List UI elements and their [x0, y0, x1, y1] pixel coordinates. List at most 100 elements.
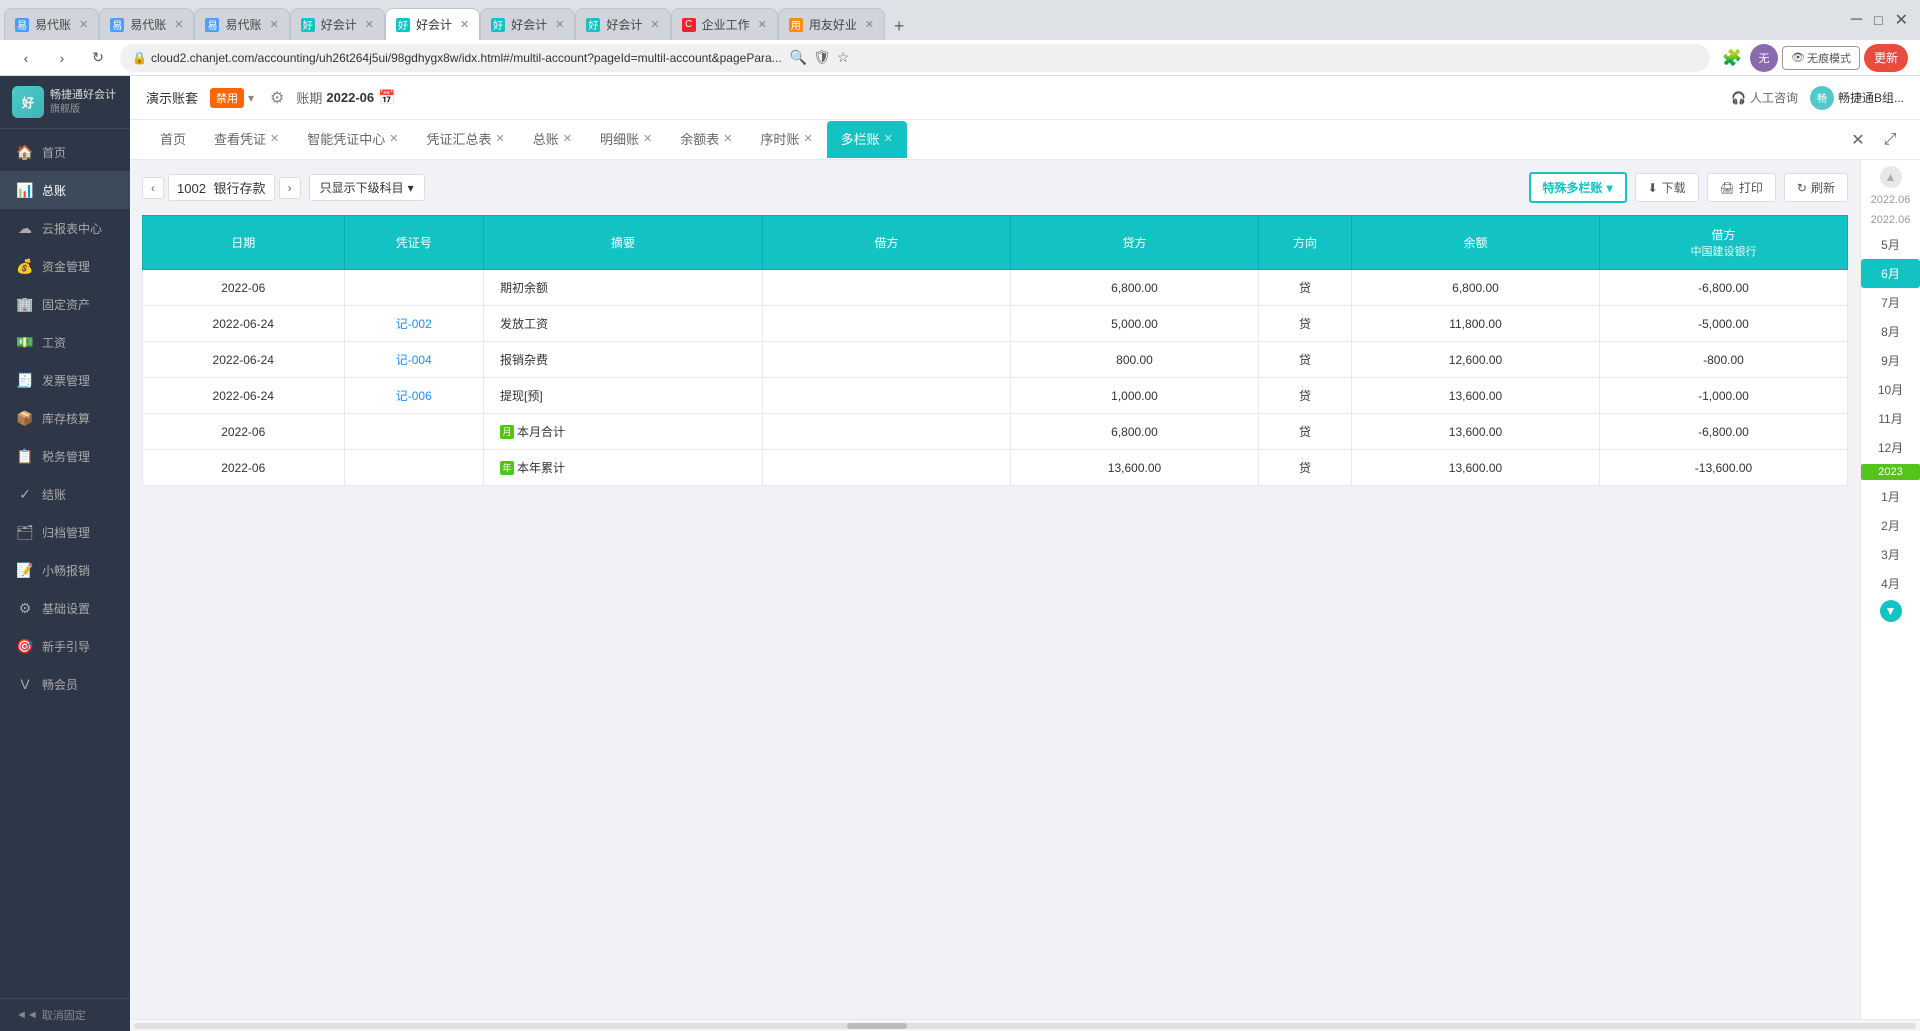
- tab-journal[interactable]: 序时账 ✕: [746, 121, 826, 158]
- next-account-button[interactable]: ›: [279, 177, 301, 199]
- tab-multi-column[interactable]: 多栏账 ✕: [827, 121, 907, 158]
- timeline-month-3[interactable]: 3月: [1861, 540, 1920, 569]
- tab-smart-voucher[interactable]: 智能凭证中心 ✕: [293, 121, 412, 158]
- customer-service-btn[interactable]: 🎧 人工咨询: [1731, 89, 1798, 106]
- timeline-month-12[interactable]: 12月: [1861, 433, 1920, 462]
- sidebar-item-member[interactable]: V 畅会员: [0, 665, 130, 703]
- star-icon[interactable]: ☆: [837, 49, 850, 66]
- browser-tab-4[interactable]: 好 好会计 ✕: [385, 8, 480, 40]
- tab-close-3[interactable]: ✕: [365, 18, 374, 31]
- sidebar-item-home[interactable]: 🏠 首页: [0, 133, 130, 171]
- forward-button[interactable]: ›: [48, 44, 76, 72]
- tab-balance-close[interactable]: ✕: [723, 132, 732, 145]
- voucher-link-2[interactable]: 记-004: [396, 353, 432, 367]
- tab-home[interactable]: 首页: [146, 121, 200, 158]
- refresh-button[interactable]: ↻ 刷新: [1784, 173, 1848, 202]
- extensions-icon[interactable]: 🧩: [1718, 48, 1746, 68]
- browser-tab-6[interactable]: 好 好会计 ✕: [575, 8, 670, 40]
- tab-view-voucher[interactable]: 查看凭证 ✕: [200, 121, 293, 158]
- browser-tab-3[interactable]: 好 好会计 ✕: [290, 8, 385, 40]
- account-code-label[interactable]: 1002 银行存款: [168, 174, 275, 201]
- sidebar-item-tax[interactable]: 📋 税务管理: [0, 437, 130, 475]
- browser-tab-1[interactable]: 易 易代账 ✕: [99, 8, 194, 40]
- timeline-nav-down[interactable]: ▼: [1880, 600, 1902, 622]
- tab-multi-column-close[interactable]: ✕: [884, 132, 893, 145]
- new-tab-button[interactable]: +: [885, 12, 913, 40]
- timeline-month-2[interactable]: 2月: [1861, 511, 1920, 540]
- timeline-month-9[interactable]: 9月: [1861, 346, 1920, 375]
- tab-general-ledger-close[interactable]: ✕: [563, 132, 572, 145]
- sidebar-item-ledger[interactable]: 📊 总账: [0, 171, 130, 209]
- search-url-icon[interactable]: 🔍: [790, 49, 807, 66]
- sidebar-item-finance[interactable]: 💰 资金管理: [0, 247, 130, 285]
- filter-dropdown[interactable]: 只显示下级科目 ▾: [309, 174, 425, 201]
- sidebar-item-inventory[interactable]: 📦 库存核算: [0, 399, 130, 437]
- sidebar-item-cloud[interactable]: ☁ 云报表中心: [0, 209, 130, 247]
- sidebar-item-close[interactable]: ✓ 结账: [0, 475, 130, 513]
- tab-voucher-summary[interactable]: 凭证汇总表 ✕: [412, 121, 518, 158]
- voucher-link-1[interactable]: 记-002: [396, 317, 432, 331]
- scroll-thumb[interactable]: [847, 1023, 907, 1029]
- download-button[interactable]: ⬇ 下载: [1635, 173, 1699, 202]
- tab-close-4[interactable]: ✕: [460, 18, 469, 31]
- sidebar-unpin[interactable]: ◄◄ 取消固定: [0, 998, 130, 1031]
- browser-tab-2[interactable]: 易 易代账 ✕: [194, 8, 289, 40]
- sidebar-item-expense[interactable]: 📝 小畅报销: [0, 551, 130, 589]
- timeline-month-11[interactable]: 11月: [1861, 404, 1920, 433]
- sidebar-item-invoice[interactable]: 🧾 发票管理: [0, 361, 130, 399]
- browser-tab-0[interactable]: 易 易代账 ✕: [4, 8, 99, 40]
- tab-balance[interactable]: 余额表 ✕: [666, 121, 746, 158]
- tab-general-ledger[interactable]: 总账 ✕: [519, 121, 586, 158]
- tab-close-1[interactable]: ✕: [174, 18, 183, 31]
- th-direction: 方向: [1259, 216, 1352, 270]
- minimize-icon[interactable]: ─: [1847, 11, 1866, 29]
- tab-detail-ledger[interactable]: 明细账 ✕: [586, 121, 666, 158]
- calendar-icon[interactable]: 📅: [378, 89, 395, 106]
- sidebar-item-settings[interactable]: ⚙ 基础设置: [0, 589, 130, 627]
- browser-tab-8[interactable]: 用 用友好业 ✕: [778, 8, 885, 40]
- back-button[interactable]: ‹: [12, 44, 40, 72]
- timeline-month-7[interactable]: 7月: [1861, 288, 1920, 317]
- timeline-nav-up[interactable]: ▲: [1880, 166, 1902, 188]
- browser-tab-5[interactable]: 好 好会计 ✕: [480, 8, 575, 40]
- browser-tab-7[interactable]: C 企业工作 ✕: [671, 8, 778, 40]
- timeline-month-1[interactable]: 1月: [1861, 482, 1920, 511]
- tab-close-7[interactable]: ✕: [758, 18, 767, 31]
- browser-user-button[interactable]: 无: [1750, 44, 1778, 72]
- maximize-tab-button[interactable]: ⤢: [1876, 126, 1904, 154]
- tab-close-6[interactable]: ✕: [650, 18, 659, 31]
- settings-gear-icon[interactable]: ⚙: [270, 88, 284, 108]
- refresh-nav-button[interactable]: ↻: [84, 44, 112, 72]
- sidebar-item-assets[interactable]: 🏢 固定资产: [0, 285, 130, 323]
- voucher-link-3[interactable]: 记-006: [396, 389, 432, 403]
- badge-dropdown-icon[interactable]: ▾: [248, 91, 254, 105]
- prev-account-button[interactable]: ‹: [142, 177, 164, 199]
- timeline-month-5[interactable]: 5月: [1861, 230, 1920, 259]
- tab-close-0[interactable]: ✕: [79, 18, 88, 31]
- sidebar-item-guide[interactable]: 🎯 新手引导: [0, 627, 130, 665]
- tab-view-voucher-close[interactable]: ✕: [270, 132, 279, 145]
- sidebar-item-salary[interactable]: 💵 工资: [0, 323, 130, 361]
- tab-smart-voucher-close[interactable]: ✕: [389, 132, 398, 145]
- tab-close-5[interactable]: ✕: [555, 18, 564, 31]
- shield-icon[interactable]: 🛡: [813, 49, 831, 66]
- print-button[interactable]: 🖨 打印: [1707, 173, 1776, 202]
- special-multi-btn[interactable]: 特殊多栏账 ▾: [1529, 172, 1627, 203]
- url-bar[interactable]: 🔒 cloud2.chanjet.com/accounting/uh26t264…: [120, 44, 1710, 72]
- horizontal-scrollbar[interactable]: [130, 1019, 1920, 1031]
- close-all-tabs-button[interactable]: ✕: [1844, 126, 1872, 154]
- sidebar-item-archive[interactable]: 🗂 归档管理: [0, 513, 130, 551]
- close-icon[interactable]: ✕: [1891, 10, 1912, 30]
- tab-detail-ledger-close[interactable]: ✕: [643, 132, 652, 145]
- stealth-mode-button[interactable]: 👁 无痕模式: [1782, 46, 1860, 70]
- update-button[interactable]: 更新: [1864, 44, 1908, 72]
- timeline-month-10[interactable]: 10月: [1861, 375, 1920, 404]
- timeline-month-4[interactable]: 4月: [1861, 569, 1920, 598]
- tab-close-8[interactable]: ✕: [865, 18, 874, 31]
- timeline-month-8[interactable]: 8月: [1861, 317, 1920, 346]
- tab-close-2[interactable]: ✕: [269, 18, 278, 31]
- maximize-icon[interactable]: □: [1870, 12, 1886, 28]
- timeline-month-6[interactable]: 6月: [1861, 259, 1920, 288]
- tab-voucher-summary-close[interactable]: ✕: [496, 132, 505, 145]
- tab-journal-close[interactable]: ✕: [803, 132, 812, 145]
